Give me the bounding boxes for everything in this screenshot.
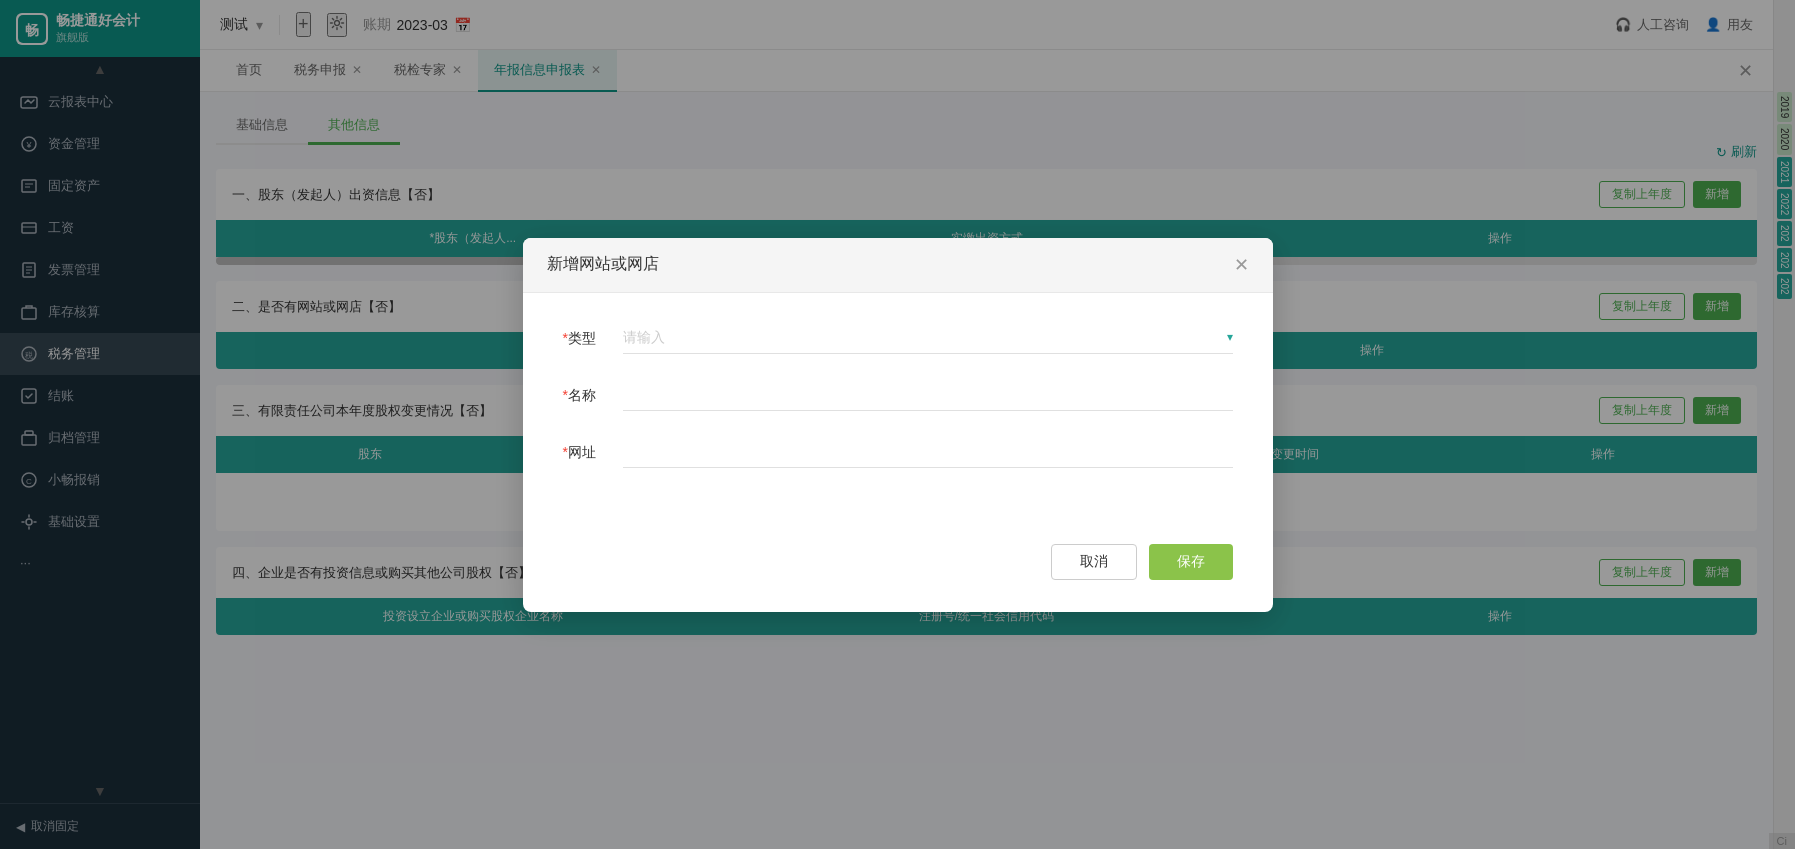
type-dropdown-icon[interactable]: ▾ bbox=[1227, 330, 1233, 344]
modal-close-button[interactable]: ✕ bbox=[1234, 254, 1249, 276]
form-group-type: *类型 ▾ bbox=[563, 325, 1233, 354]
modal-header: 新增网站或网店 ✕ bbox=[523, 238, 1273, 293]
modal-overlay[interactable]: 新增网站或网店 ✕ *类型 ▾ bbox=[0, 0, 1795, 849]
form-group-url: *网址 bbox=[563, 439, 1233, 468]
form-row-type: *类型 ▾ bbox=[563, 325, 1233, 354]
type-control-wrapper: ▾ bbox=[623, 325, 1233, 354]
form-group-name: *名称 bbox=[563, 382, 1233, 411]
url-required: * bbox=[563, 444, 568, 460]
cancel-button[interactable]: 取消 bbox=[1051, 544, 1137, 580]
name-control-wrapper bbox=[623, 382, 1233, 411]
modal-title: 新增网站或网店 bbox=[547, 254, 659, 275]
save-button[interactable]: 保存 bbox=[1149, 544, 1233, 580]
type-input[interactable] bbox=[623, 325, 1227, 349]
url-control-wrapper bbox=[623, 439, 1233, 468]
add-website-modal: 新增网站或网店 ✕ *类型 ▾ bbox=[523, 238, 1273, 612]
modal-body: *类型 ▾ *名称 bbox=[523, 293, 1273, 528]
type-label: *类型 bbox=[563, 330, 623, 348]
form-row-name: *名称 bbox=[563, 382, 1233, 411]
modal-footer: 取消 保存 bbox=[523, 528, 1273, 612]
type-required: * bbox=[563, 330, 568, 346]
url-input[interactable] bbox=[623, 439, 1233, 463]
form-row-url: *网址 bbox=[563, 439, 1233, 468]
name-required: * bbox=[563, 387, 568, 403]
name-input[interactable] bbox=[623, 382, 1233, 406]
url-label: *网址 bbox=[563, 444, 623, 462]
name-label: *名称 bbox=[563, 387, 623, 405]
